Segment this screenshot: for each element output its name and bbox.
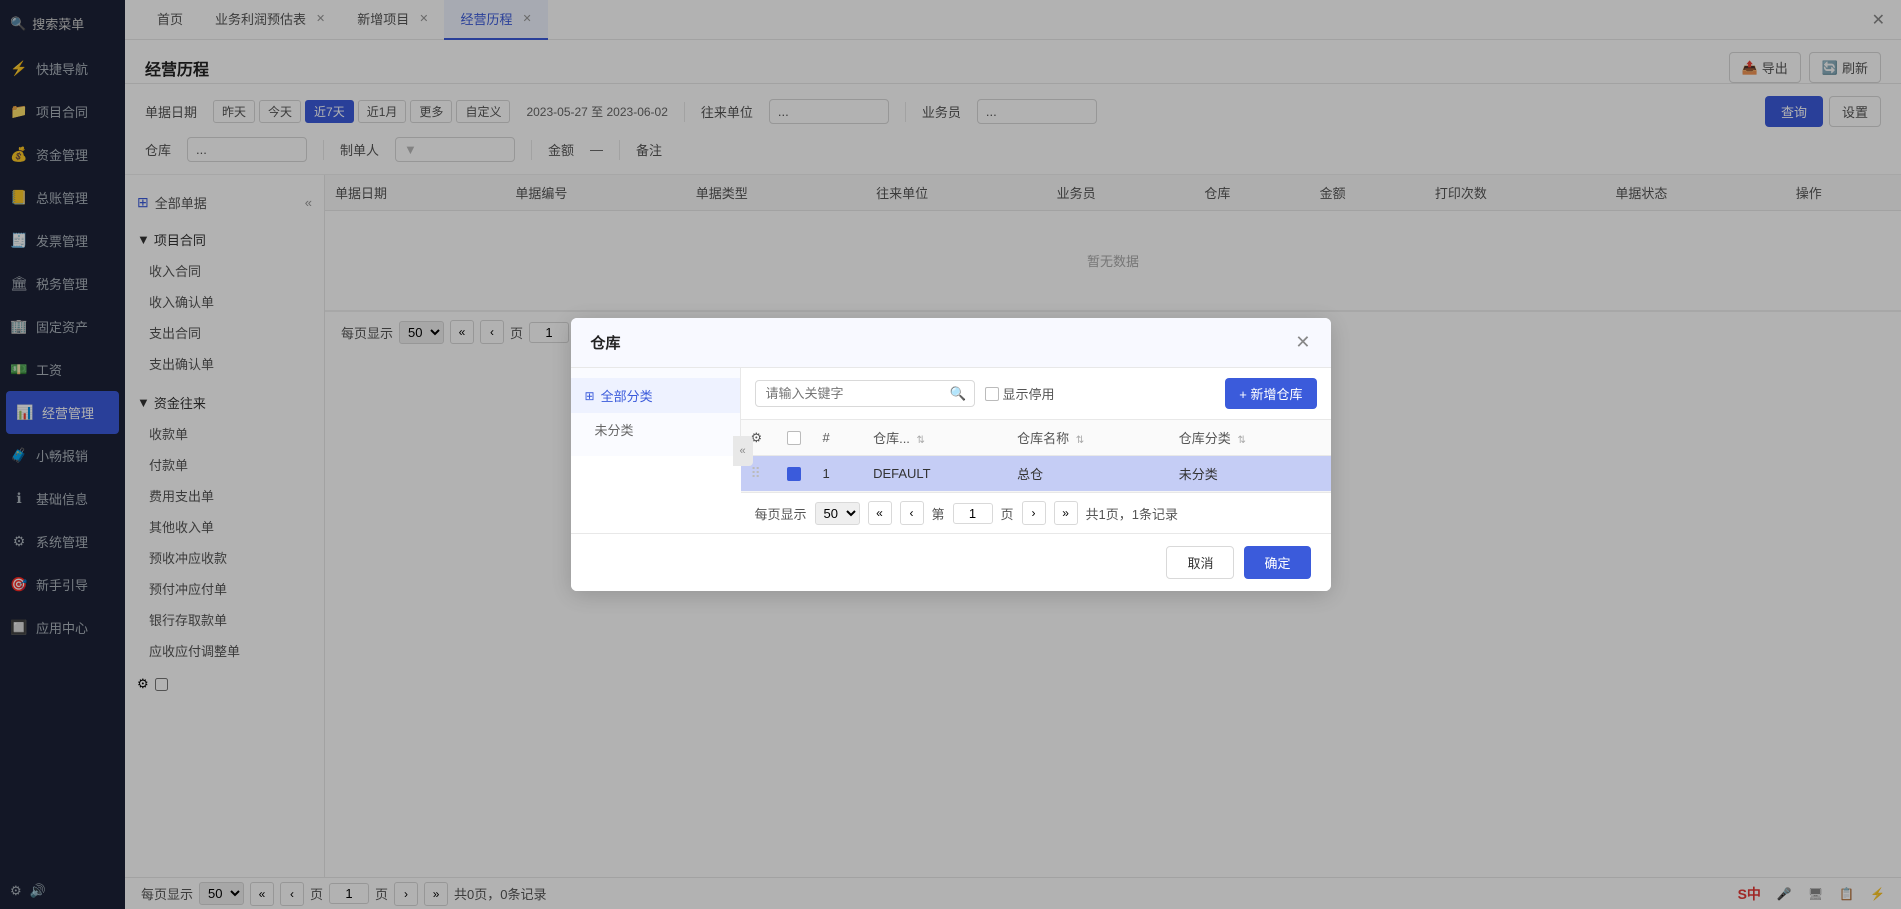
modal-cell-checkbox: [777, 456, 813, 492]
grid-icon-modal: ⊞: [585, 389, 595, 403]
modal-table-wrap: ⚙ # 仓库... ⇅: [741, 420, 1331, 492]
modal-toolbar: 🔍 显示停用 + 新增仓库: [741, 368, 1331, 420]
modal-title: 仓库: [591, 332, 621, 353]
modal-overlay[interactable]: 仓库 ✕ ⊞ 全部分类 未分类 «: [0, 0, 1901, 909]
modal-page-input[interactable]: [953, 503, 993, 524]
sort-icon-code[interactable]: ⇅: [917, 435, 925, 446]
modal-tree-unclassified[interactable]: 未分类: [571, 413, 740, 446]
modal-search-button[interactable]: 🔍: [950, 386, 967, 402]
modal-table: ⚙ # 仓库... ⇅: [741, 420, 1331, 492]
modal-pagination: 每页显示 50 « ‹ 第 页 › » 共1页，1条记录: [741, 492, 1331, 533]
modal-cancel-button[interactable]: 取消: [1166, 546, 1234, 579]
modal-table-header-row: ⚙ # 仓库... ⇅: [741, 420, 1331, 456]
modal-search-wrap: 🔍: [755, 380, 975, 407]
modal-cell-category: 未分类: [1169, 456, 1331, 492]
modal-tree-all[interactable]: ⊞ 全部分类: [571, 378, 740, 413]
modal-tree-container: ⊞ 全部分类 未分类 «: [571, 368, 741, 533]
sort-icon-name[interactable]: ⇅: [1076, 435, 1084, 446]
show-disabled-checkbox[interactable]: [985, 387, 999, 401]
modal-page-next[interactable]: ›: [1022, 501, 1046, 525]
modal-per-page-select[interactable]: 50: [815, 502, 860, 525]
modal-close-button[interactable]: ✕: [1295, 332, 1310, 353]
add-warehouse-button[interactable]: + 新增仓库: [1225, 378, 1316, 409]
modal-cell-code: DEFAULT: [863, 456, 1007, 492]
warehouse-modal: 仓库 ✕ ⊞ 全部分类 未分类 «: [571, 318, 1331, 591]
select-all-checkbox[interactable]: [787, 431, 801, 445]
modal-page-prev[interactable]: ‹: [900, 501, 924, 525]
modal-col-code: 仓库... ⇅: [863, 420, 1007, 456]
drag-icon: ⠿: [751, 465, 761, 481]
row-checkbox-1[interactable]: [787, 467, 801, 481]
modal-search-input[interactable]: [755, 380, 975, 407]
modal-cell-name: 总仓: [1007, 456, 1169, 492]
modal-col-num: #: [813, 420, 864, 456]
modal-header: 仓库 ✕: [571, 318, 1331, 368]
sort-icon-category[interactable]: ⇅: [1237, 435, 1245, 446]
modal-body: ⊞ 全部分类 未分类 « 🔍: [571, 368, 1331, 533]
modal-tree-collapse-button[interactable]: «: [733, 436, 753, 466]
modal-col-checkbox: [777, 420, 813, 456]
modal-confirm-button[interactable]: 确定: [1244, 546, 1310, 579]
modal-tree: ⊞ 全部分类 未分类: [571, 368, 741, 456]
modal-col-category: 仓库分类 ⇅: [1169, 420, 1331, 456]
modal-col-name: 仓库名称 ⇅: [1007, 420, 1169, 456]
modal-cell-num: 1: [813, 456, 864, 492]
modal-footer-actions: 取消 确定: [571, 533, 1331, 591]
modal-page-last[interactable]: »: [1054, 501, 1078, 525]
show-disabled-wrap: 显示停用: [985, 384, 1055, 403]
modal-table-row-1[interactable]: ⠿ 1 DEFAULT 总仓 未分类: [741, 456, 1331, 492]
modal-page-first[interactable]: «: [868, 501, 892, 525]
modal-content-right: 🔍 显示停用 + 新增仓库 ⚙: [741, 368, 1331, 533]
